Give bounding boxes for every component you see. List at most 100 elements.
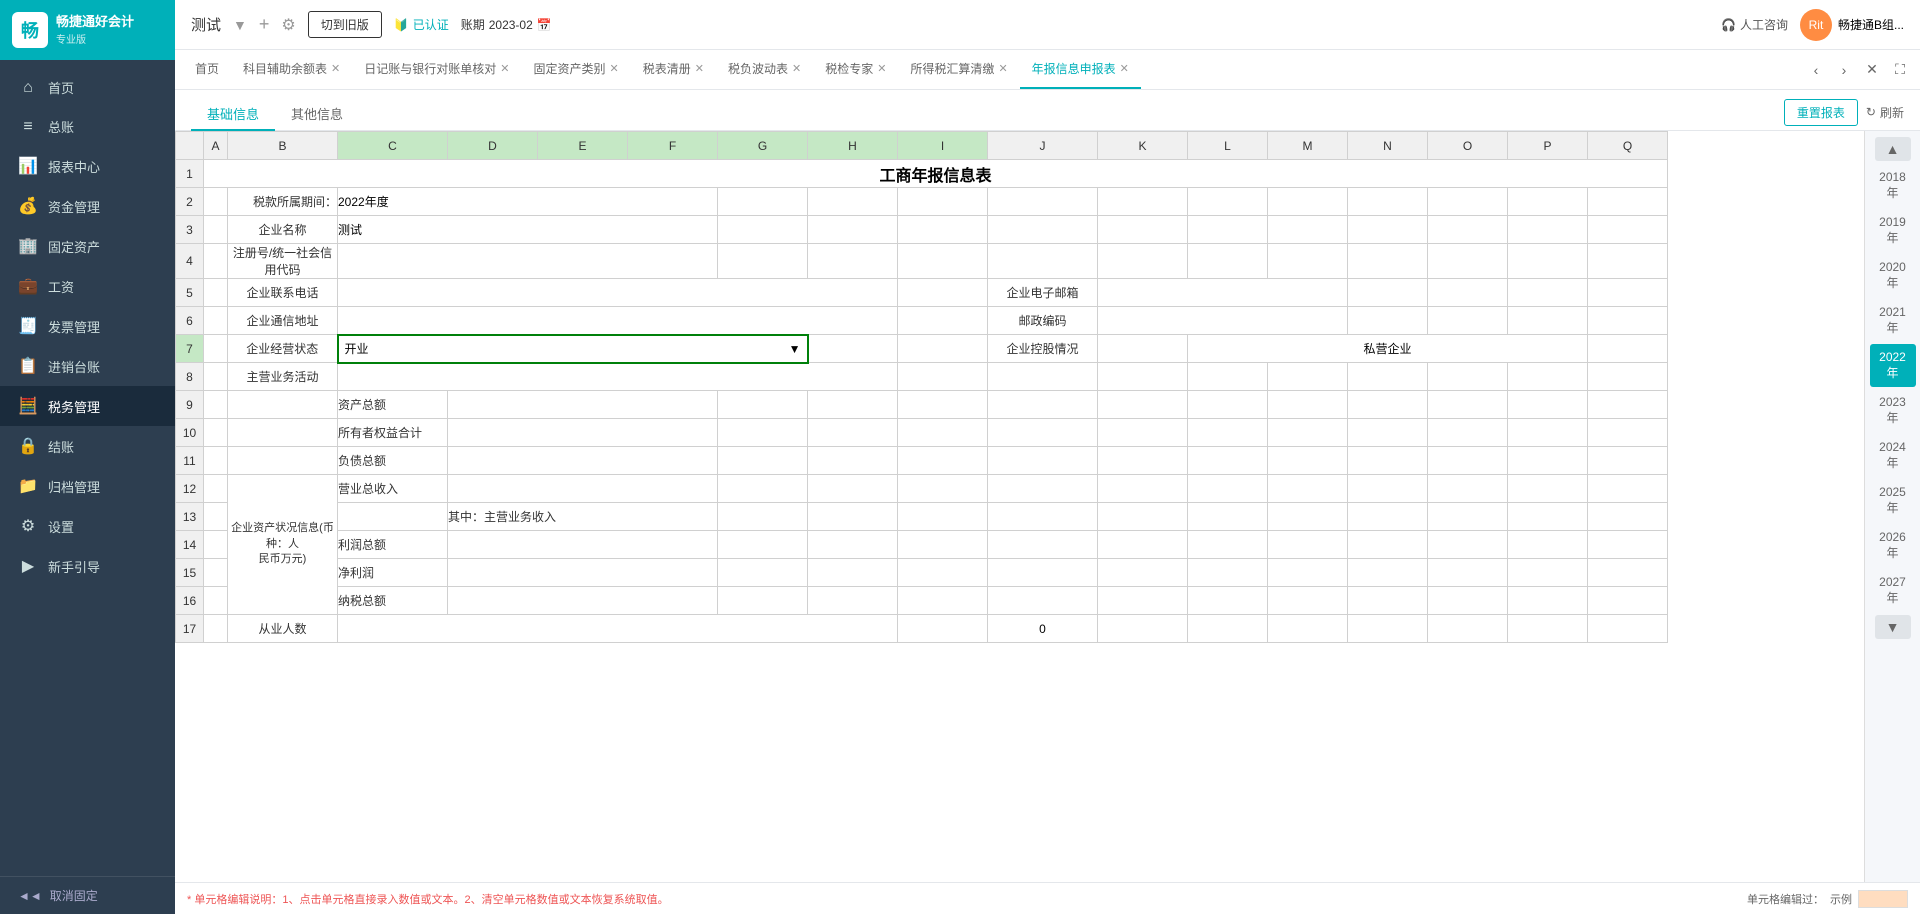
cell-7h[interactable] (808, 335, 898, 363)
cell-8m[interactable] (1268, 363, 1348, 391)
cell-7i[interactable] (898, 335, 988, 363)
sidebar-item-close[interactable]: 🔒 结账 (0, 426, 175, 466)
cell-10c[interactable]: 所有者权益合计 (338, 419, 448, 447)
cell-17n[interactable] (1348, 615, 1428, 643)
cell-3q[interactable] (1588, 216, 1668, 244)
cell-3a[interactable] (204, 216, 228, 244)
cell-6c[interactable] (338, 307, 898, 335)
cell-12h[interactable] (808, 475, 898, 503)
cell-16h[interactable] (808, 587, 898, 615)
col-header-e[interactable]: E (538, 132, 628, 160)
cell-7b[interactable]: 企业经营状态 (228, 335, 338, 363)
cell-15d[interactable] (448, 559, 718, 587)
cell-8c[interactable] (338, 363, 898, 391)
cell-2b[interactable]: 税款所属期间： (228, 188, 338, 216)
cell-12i[interactable] (898, 475, 988, 503)
cell-9k[interactable] (1098, 391, 1188, 419)
cell-10i[interactable] (898, 419, 988, 447)
cell-14m[interactable] (1268, 531, 1348, 559)
year-2018[interactable]: 2018年 (1870, 164, 1916, 207)
col-header-j[interactable]: J (988, 132, 1098, 160)
cell-5n[interactable] (1348, 279, 1428, 307)
cell-13i[interactable] (898, 503, 988, 531)
col-header-c[interactable]: C (338, 132, 448, 160)
cell-16p[interactable] (1508, 587, 1588, 615)
cell-8a[interactable] (204, 363, 228, 391)
year-2027[interactable]: 2027年 (1870, 569, 1916, 612)
col-header-f[interactable]: F (628, 132, 718, 160)
cell-3c[interactable]: 测试 (338, 216, 718, 244)
cell-13m[interactable] (1268, 503, 1348, 531)
cell-10p[interactable] (1508, 419, 1588, 447)
cell-15q[interactable] (1588, 559, 1668, 587)
tab-tax-burden[interactable]: 税负波动表 ✕ (716, 50, 813, 89)
cell-15o[interactable] (1428, 559, 1508, 587)
cell-14a[interactable] (204, 531, 228, 559)
cell-13k[interactable] (1098, 503, 1188, 531)
tab-prev-button[interactable]: ‹ (1804, 58, 1828, 82)
sidebar-footer[interactable]: ◄◄ 取消固定 (0, 876, 175, 914)
cell-7j[interactable]: 企业控股情况 (988, 335, 1098, 363)
spreadsheet-main[interactable]: A B C D E F G H I J K L M (175, 131, 1864, 882)
cell-3o[interactable] (1428, 216, 1508, 244)
cell-16k[interactable] (1098, 587, 1188, 615)
cell-14o[interactable] (1428, 531, 1508, 559)
cell-16o[interactable] (1428, 587, 1508, 615)
year-scroll-down-button[interactable]: ▼ (1875, 615, 1911, 639)
year-2025[interactable]: 2025年 (1870, 479, 1916, 522)
sidebar-item-home[interactable]: ⌂ 首页 (0, 68, 175, 107)
year-2022[interactable]: 2022年 (1870, 344, 1916, 387)
cell-12n[interactable] (1348, 475, 1428, 503)
cell-10q[interactable] (1588, 419, 1668, 447)
cell-2o[interactable] (1428, 188, 1508, 216)
cell-15l[interactable] (1188, 559, 1268, 587)
cell-16q[interactable] (1588, 587, 1668, 615)
cell-14i[interactable] (898, 531, 988, 559)
cell-10l[interactable] (1188, 419, 1268, 447)
cell-5b[interactable]: 企业联系电话 (228, 279, 338, 307)
cell-8l[interactable] (1188, 363, 1268, 391)
cell-11a[interactable] (204, 447, 228, 475)
cell-8p[interactable] (1508, 363, 1588, 391)
cell-17a[interactable] (204, 615, 228, 643)
sidebar-item-report[interactable]: 📊 报表中心 (0, 146, 175, 186)
cell-2c[interactable]: 2022年度 (338, 188, 718, 216)
cell-11o[interactable] (1428, 447, 1508, 475)
cell-17i[interactable] (898, 615, 988, 643)
cell-3b[interactable]: 企业名称 (228, 216, 338, 244)
cell-12c[interactable]: 营业总收入 (338, 475, 448, 503)
cell-17m[interactable] (1268, 615, 1348, 643)
cell-14g[interactable] (718, 531, 808, 559)
cell-3n[interactable] (1348, 216, 1428, 244)
col-header-k[interactable]: K (1098, 132, 1188, 160)
cell-17j[interactable]: 0 (988, 615, 1098, 643)
cell-10k[interactable] (1098, 419, 1188, 447)
cell-14p[interactable] (1508, 531, 1588, 559)
cell-4h[interactable] (808, 244, 898, 279)
cell-3h[interactable] (808, 216, 898, 244)
cell-17l[interactable] (1188, 615, 1268, 643)
year-2024[interactable]: 2024年 (1870, 434, 1916, 477)
cell-9a[interactable] (204, 391, 228, 419)
cell-12k[interactable] (1098, 475, 1188, 503)
tab-tax-expert[interactable]: 税检专家 ✕ (813, 50, 898, 89)
cell-6q[interactable] (1588, 307, 1668, 335)
cell-6k[interactable] (1098, 307, 1348, 335)
tab-aux-balance[interactable]: 科目辅助余额表 ✕ (231, 50, 352, 89)
cell-3k[interactable] (1098, 216, 1188, 244)
col-header-b[interactable]: B (228, 132, 338, 160)
tab-next-button[interactable]: › (1832, 58, 1856, 82)
cell-8n[interactable] (1348, 363, 1428, 391)
cell-10n[interactable] (1348, 419, 1428, 447)
cell-16j[interactable] (988, 587, 1098, 615)
sidebar-item-payroll[interactable]: 💼 工资 (0, 266, 175, 306)
tab-close-all-button[interactable]: ✕ (1860, 58, 1884, 82)
tab-expand-button[interactable]: ⛶ (1888, 58, 1912, 82)
cell-15h[interactable] (808, 559, 898, 587)
tab-close-annual-report[interactable]: ✕ (1120, 62, 1129, 75)
cell-2p[interactable] (1508, 188, 1588, 216)
year-2020[interactable]: 2020年 (1870, 254, 1916, 297)
cell-12q[interactable] (1588, 475, 1668, 503)
cell-15a[interactable] (204, 559, 228, 587)
cell-9m[interactable] (1268, 391, 1348, 419)
